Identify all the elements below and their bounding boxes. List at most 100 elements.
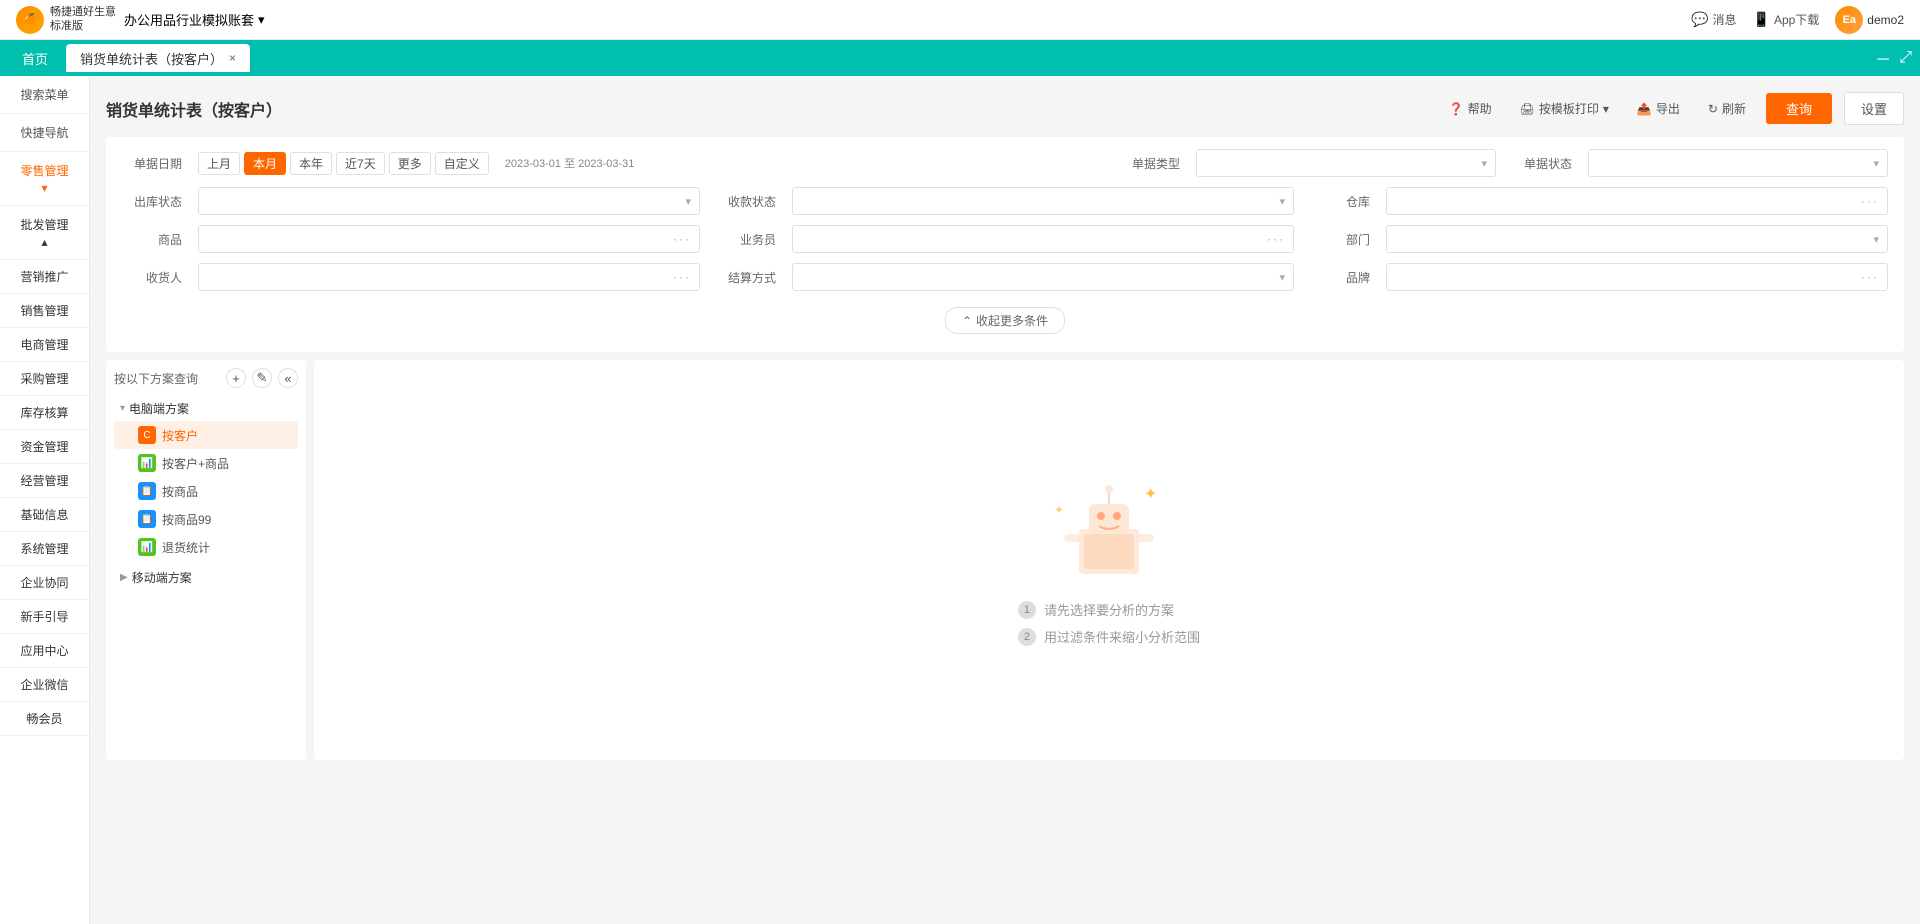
warehouse-label: 仓库 — [1310, 193, 1370, 210]
scheme-by-customer-goods[interactable]: 📊 按客户+商品 — [114, 449, 298, 477]
svg-text:✦: ✦ — [1054, 503, 1064, 517]
date-custom-btn[interactable]: 自定义 — [435, 152, 489, 175]
sidebar-item-marketing[interactable]: 营销推广 — [0, 260, 89, 294]
left-panel: 按以下方案查询 + ✎ « ▾ 电脑端方案 — [106, 360, 306, 760]
scheme-by-goods[interactable]: 📋 按商品 — [114, 477, 298, 505]
tab-home[interactable]: 首页 — [8, 44, 62, 72]
scheme-icon-return: 📊 — [138, 538, 156, 556]
report-content-area: ✦ ✦ 1 请先选择要分析的方案 2 用过滤条件来缩小分析范围 — [314, 360, 1904, 760]
scheme-icon-customer-goods: 📊 — [138, 454, 156, 472]
warehouse-input[interactable]: ··· — [1386, 187, 1888, 215]
tree-toggle-icon: ▾ — [120, 403, 125, 414]
receiver-dots-icon: ··· — [673, 270, 691, 284]
collapse-button[interactable]: ⌃ 收起更多条件 — [945, 307, 1065, 334]
scheme-icon-goods: 📋 — [138, 482, 156, 500]
salesman-label: 业务员 — [716, 231, 776, 248]
refresh-button[interactable]: ↻ 刷新 — [1700, 96, 1754, 121]
page-title: 销货单统计表（按客户） — [106, 97, 282, 121]
app-download-button[interactable]: 📱 App下载 — [1753, 11, 1820, 28]
scheme-return-stats[interactable]: 📊 退货统计 — [114, 533, 298, 561]
message-button[interactable]: 💬 消息 — [1691, 11, 1736, 28]
settle-input[interactable]: ▾ — [792, 263, 1294, 291]
department-input[interactable]: ▾ — [1386, 225, 1888, 253]
brand-dots-icon: ··· — [1861, 270, 1879, 284]
edit-scheme-button[interactable]: ✎ — [252, 368, 272, 388]
minimize-button[interactable]: － — [1875, 46, 1891, 70]
mobile-tree-toggle-icon: ▶ — [120, 572, 128, 583]
logo: 🍊 畅捷通好生意 标准版 — [16, 6, 116, 34]
sidebar-item-retail[interactable]: 零售管理 ▾ — [0, 152, 89, 206]
goods-dots-icon: ··· — [673, 232, 691, 246]
add-scheme-button[interactable]: + — [226, 368, 246, 388]
scheme-by-goods99[interactable]: 📋 按商品99 — [114, 505, 298, 533]
sidebar-item-procurement[interactable]: 采购管理 — [0, 362, 89, 396]
sidebar-item-newbie[interactable]: 新手引导 — [0, 600, 89, 634]
svg-text:✦: ✦ — [1144, 486, 1157, 503]
desktop-section-header[interactable]: ▾ 电脑端方案 — [114, 396, 298, 421]
empty-illustration: ✦ ✦ — [1049, 474, 1169, 584]
sidebar-item-operations[interactable]: 经营管理 — [0, 464, 89, 498]
sidebar-nav-guide[interactable]: 快捷导航 — [0, 114, 89, 152]
settle-chevron-icon: ▾ — [1279, 271, 1285, 284]
pay-status-input[interactable]: ▾ — [792, 187, 1294, 215]
help-button[interactable]: ❓ 帮助 — [1441, 96, 1500, 121]
sidebar-item-sales[interactable]: 销售管理 — [0, 294, 89, 328]
print-button[interactable]: 🖨 按模板打印 ▾ — [1512, 96, 1617, 121]
receiver-input[interactable]: ··· — [198, 263, 700, 291]
pay-status-chevron-icon: ▾ — [1279, 195, 1285, 208]
sidebar-item-inventory[interactable]: 库存核算 — [0, 396, 89, 430]
sidebar-item-membership[interactable]: 畅会员 — [0, 702, 89, 736]
tab-active[interactable]: 销货单统计表（按客户） × — [66, 44, 250, 72]
query-button[interactable]: 查询 — [1766, 93, 1832, 124]
scheme-icon-customer: C — [138, 426, 156, 444]
out-status-input[interactable]: ▾ — [198, 187, 700, 215]
print-chevron-icon: ▾ — [1603, 102, 1609, 116]
brand-label: 品牌 — [1310, 269, 1370, 286]
sidebar-item-finance[interactable]: 资金管理 — [0, 430, 89, 464]
sidebar-item-appcenter[interactable]: 应用中心 — [0, 634, 89, 668]
empty-tips: 1 请先选择要分析的方案 2 用过滤条件来缩小分析范围 — [1018, 600, 1200, 646]
date-label: 单据日期 — [122, 155, 182, 172]
settle-label: 结算方式 — [716, 269, 776, 286]
download-icon: 📱 — [1753, 11, 1770, 28]
sidebar-item-ecommerce[interactable]: 电商管理 — [0, 328, 89, 362]
sidebar-item-corpwechat[interactable]: 企业微信 — [0, 668, 89, 702]
sidebar-item-wholesale[interactable]: 批发管理 ▴ — [0, 206, 89, 260]
logo-text: 畅捷通好生意 标准版 — [50, 6, 116, 32]
department-label: 部门 — [1310, 231, 1370, 248]
salesman-input[interactable]: ··· — [792, 225, 1294, 253]
goods-input[interactable]: ··· — [198, 225, 700, 253]
date-this-year-btn[interactable]: 本年 — [290, 152, 332, 175]
breadcrumb-chevron-icon: ▾ — [258, 12, 265, 28]
date-this-month-btn[interactable]: 本月 — [244, 152, 286, 175]
breadcrumb[interactable]: 办公用品行业模拟账套 ▾ — [124, 10, 265, 29]
scheme-by-customer[interactable]: C 按客户 — [114, 421, 298, 449]
brand-input[interactable]: ··· — [1386, 263, 1888, 291]
out-status-chevron-icon: ▾ — [685, 195, 691, 208]
export-icon: 📤 — [1637, 102, 1652, 116]
settings-button[interactable]: 设置 — [1844, 92, 1904, 125]
date-more-btn[interactable]: 更多 — [389, 152, 431, 175]
maximize-button[interactable]: ⤢ — [1899, 49, 1912, 67]
date-last7-btn[interactable]: 近7天 — [336, 152, 385, 175]
out-status-label: 出库状态 — [122, 193, 182, 210]
salesman-dots-icon: ··· — [1267, 232, 1285, 246]
doc-type-input[interactable]: ▾ — [1196, 149, 1496, 177]
refresh-icon: ↻ — [1708, 102, 1718, 116]
mobile-section-header[interactable]: ▶ 移动端方案 — [114, 565, 298, 590]
sidebar-item-basicinfo[interactable]: 基础信息 — [0, 498, 89, 532]
collapse-panel-button[interactable]: « — [278, 368, 298, 388]
chevron-up-icon: ▴ — [41, 235, 47, 249]
doc-type-label: 单据类型 — [1120, 155, 1180, 172]
mobile-section: ▶ 移动端方案 — [114, 565, 298, 590]
sidebar-search-menu[interactable]: 搜索菜单 — [0, 76, 89, 114]
sidebar-item-sysadmin[interactable]: 系统管理 — [0, 532, 89, 566]
doc-status-input[interactable]: ▾ — [1588, 149, 1888, 177]
user-profile[interactable]: Ea demo2 — [1835, 6, 1904, 34]
export-button[interactable]: 📤 导出 — [1629, 96, 1688, 121]
date-last-month-btn[interactable]: 上月 — [198, 152, 240, 175]
sidebar-item-enterprise[interactable]: 企业协同 — [0, 566, 89, 600]
goods-label: 商品 — [122, 231, 182, 248]
tab-close-icon[interactable]: × — [229, 51, 236, 65]
username: demo2 — [1867, 13, 1904, 27]
